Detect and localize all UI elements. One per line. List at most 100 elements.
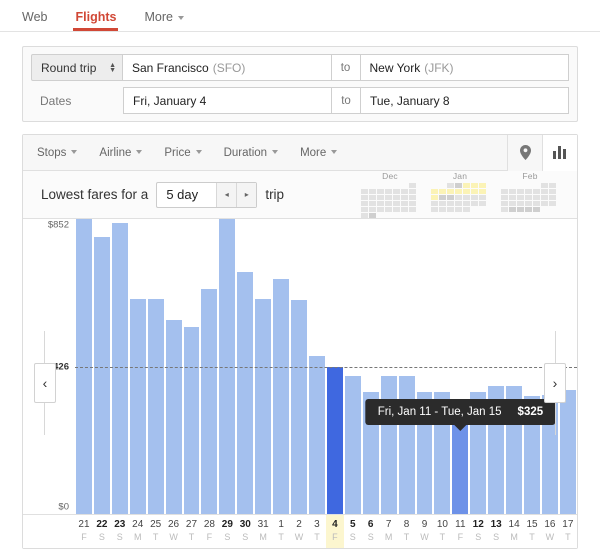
mini-calendar-day-cell[interactable] bbox=[471, 195, 478, 200]
chart-bar[interactable] bbox=[237, 271, 254, 514]
filter-price[interactable]: Price bbox=[164, 147, 202, 159]
mini-calendar-day-cell[interactable] bbox=[479, 201, 486, 206]
chart-bar[interactable] bbox=[308, 356, 325, 514]
mini-calendar-day-cell[interactable] bbox=[361, 207, 368, 212]
mini-calendar-day-cell[interactable] bbox=[431, 189, 438, 194]
mini-calendar-day-cell[interactable] bbox=[369, 195, 376, 200]
mini-calendar-day-cell[interactable] bbox=[549, 183, 556, 188]
chart-bar[interactable] bbox=[129, 298, 146, 514]
mini-calendar-day-cell[interactable] bbox=[431, 195, 438, 200]
mini-calendar-day-cell[interactable] bbox=[533, 207, 540, 212]
mini-calendar-day-cell[interactable] bbox=[517, 189, 524, 194]
filter-more[interactable]: More bbox=[300, 147, 338, 159]
mini-calendar-day-cell[interactable] bbox=[479, 183, 486, 188]
mini-calendar-day-cell[interactable] bbox=[369, 201, 376, 206]
mini-calendar-day-cell[interactable] bbox=[401, 195, 408, 200]
mini-calendar-day-cell[interactable] bbox=[455, 195, 462, 200]
mini-calendar-day-cell[interactable] bbox=[541, 189, 548, 194]
chart-bar[interactable] bbox=[380, 376, 397, 514]
mini-calendar-day-cell[interactable] bbox=[541, 195, 548, 200]
x-axis-day-cell[interactable]: 27 T bbox=[183, 515, 201, 548]
x-axis-day-cell[interactable]: 2W bbox=[290, 515, 308, 548]
mini-calendar-day-cell[interactable] bbox=[431, 207, 438, 212]
mini-calendar-day-cell[interactable] bbox=[525, 195, 532, 200]
chart-bar[interactable] bbox=[291, 300, 307, 514]
mini-calendar-day-cell[interactable] bbox=[509, 195, 516, 200]
mini-calendar-day-cell[interactable] bbox=[439, 189, 446, 194]
nav-item-flights[interactable]: Flights bbox=[73, 10, 119, 31]
mini-calendar-day-cell[interactable] bbox=[525, 189, 532, 194]
duration-decrement-button[interactable]: ◂ bbox=[216, 182, 237, 207]
x-axis-day-cell[interactable]: 29 S bbox=[218, 515, 236, 548]
x-axis-day-cell[interactable]: 6S bbox=[362, 515, 380, 548]
trip-duration-stepper[interactable]: 5 day ◂ ▸ bbox=[156, 181, 258, 208]
mini-calendar-day-cell[interactable] bbox=[447, 207, 454, 212]
mini-calendar-day-cell[interactable] bbox=[447, 189, 454, 194]
mini-calendar-day-cell[interactable] bbox=[361, 213, 368, 218]
x-axis-day-cell[interactable]: 14 M bbox=[505, 515, 523, 548]
map-view-button[interactable] bbox=[507, 134, 542, 171]
chart-bar[interactable] bbox=[273, 278, 290, 514]
trip-type-select[interactable]: Round trip ▲ ▼ bbox=[31, 54, 123, 81]
x-axis-day-cell[interactable]: 22 S bbox=[93, 515, 111, 548]
mini-calendar-day-cell[interactable] bbox=[479, 189, 486, 194]
x-axis-day-cell[interactable]: 8T bbox=[398, 515, 416, 548]
x-axis-day-cell[interactable]: 10 T bbox=[433, 515, 451, 548]
mini-calendar-day-cell[interactable] bbox=[409, 195, 416, 200]
x-axis-day-cell[interactable]: 4F bbox=[325, 515, 344, 548]
x-axis-day-cell[interactable]: 1T bbox=[272, 515, 290, 548]
x-axis-day-cell[interactable]: 5S bbox=[344, 515, 362, 548]
x-axis-day-cell[interactable]: 12 S bbox=[469, 515, 487, 548]
mini-calendar-day-cell[interactable] bbox=[463, 183, 470, 188]
x-axis-day-cell[interactable]: 3T bbox=[308, 515, 326, 548]
mini-calendar-day-cell[interactable] bbox=[369, 213, 376, 218]
mini-calendar-day-cell[interactable] bbox=[447, 201, 454, 206]
mini-calendar-day-cell[interactable] bbox=[377, 201, 384, 206]
mini-calendar-day-cell[interactable] bbox=[533, 189, 540, 194]
mini-calendar-dec[interactable]: Dec bbox=[361, 171, 419, 218]
mini-calendar-day-cell[interactable] bbox=[409, 189, 416, 194]
mini-calendar-day-cell[interactable] bbox=[393, 207, 400, 212]
mini-calendar-day-cell[interactable] bbox=[509, 207, 516, 212]
mini-calendar-day-cell[interactable] bbox=[385, 189, 392, 194]
mini-calendar-day-cell[interactable] bbox=[361, 195, 368, 200]
origin-input[interactable]: San Francisco (SFO) bbox=[123, 54, 332, 81]
mini-calendar-day-cell[interactable] bbox=[439, 201, 446, 206]
mini-calendar-day-cell[interactable] bbox=[525, 207, 532, 212]
mini-calendar-day-cell[interactable] bbox=[471, 183, 478, 188]
mini-calendar-day-cell[interactable] bbox=[479, 195, 486, 200]
mini-calendar-day-cell[interactable] bbox=[549, 189, 556, 194]
chart-bar[interactable] bbox=[93, 237, 110, 514]
mini-calendar-day-cell[interactable] bbox=[455, 189, 462, 194]
mini-calendar-day-cell[interactable] bbox=[439, 195, 446, 200]
destination-input[interactable]: New York (JFK) bbox=[359, 54, 569, 81]
x-axis-day-cell[interactable]: 25 T bbox=[147, 515, 165, 548]
mini-calendar-day-cell[interactable] bbox=[463, 195, 470, 200]
mini-calendar-day-cell[interactable] bbox=[385, 195, 392, 200]
mini-calendar-day-cell[interactable] bbox=[509, 201, 516, 206]
chart-view-button[interactable] bbox=[542, 134, 577, 171]
mini-calendar-day-cell[interactable] bbox=[431, 201, 438, 206]
mini-calendar-day-cell[interactable] bbox=[455, 183, 462, 188]
x-axis-day-cell[interactable]: 21 F bbox=[75, 515, 93, 548]
mini-calendar-day-cell[interactable] bbox=[377, 207, 384, 212]
chart-bar[interactable] bbox=[398, 376, 415, 514]
x-axis-day-cell[interactable]: 7M bbox=[380, 515, 398, 548]
chart-bar[interactable] bbox=[201, 288, 218, 514]
chart-bar[interactable] bbox=[255, 299, 272, 514]
previous-dates-button[interactable]: ‹ bbox=[34, 363, 56, 403]
filter-duration[interactable]: Duration bbox=[224, 147, 279, 159]
mini-calendar-day-cell[interactable] bbox=[393, 201, 400, 206]
mini-calendar-day-cell[interactable] bbox=[549, 195, 556, 200]
mini-calendar-day-cell[interactable] bbox=[377, 189, 384, 194]
mini-calendar-day-cell[interactable] bbox=[541, 201, 548, 206]
x-axis-day-cell[interactable]: 16 W bbox=[541, 515, 559, 548]
mini-calendar-day-cell[interactable] bbox=[385, 207, 392, 212]
mini-calendar-day-cell[interactable] bbox=[501, 207, 508, 212]
mini-calendar-day-cell[interactable] bbox=[501, 189, 508, 194]
mini-calendar-day-cell[interactable] bbox=[401, 207, 408, 212]
mini-calendar-day-cell[interactable] bbox=[369, 189, 376, 194]
mini-calendar-day-cell[interactable] bbox=[471, 201, 478, 206]
mini-calendar-day-cell[interactable] bbox=[401, 189, 408, 194]
x-axis-day-cell[interactable]: 31 M bbox=[254, 515, 272, 548]
